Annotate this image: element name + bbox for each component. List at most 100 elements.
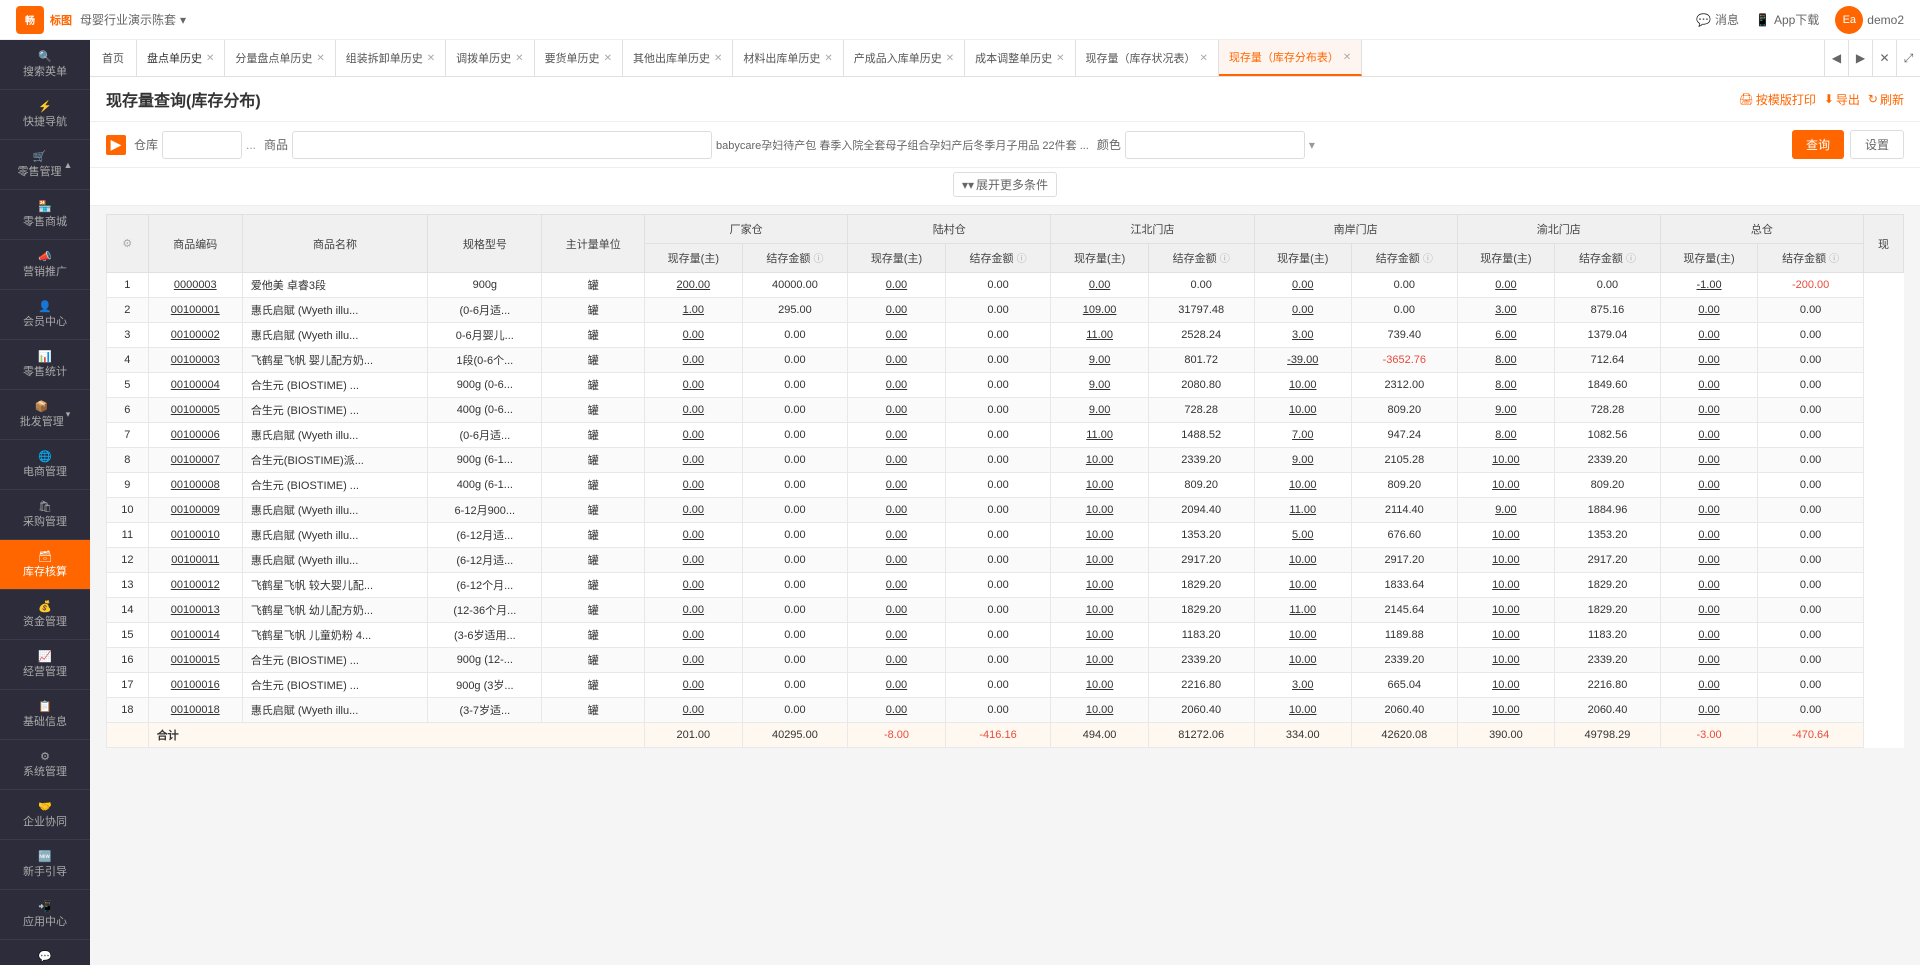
cell-val[interactable]: 0.00 bbox=[848, 598, 945, 623]
cell-val[interactable]: 10.00 bbox=[1051, 598, 1148, 623]
cell-val[interactable]: 0.00 bbox=[645, 573, 742, 598]
sidebar-item-retail-stats[interactable]: 📊 零售统计 bbox=[0, 340, 90, 390]
cell-val[interactable]: 10.00 bbox=[1051, 623, 1148, 648]
cell-val[interactable]: 0.00 bbox=[1457, 273, 1554, 298]
cell-val[interactable]: 0.00 bbox=[645, 398, 742, 423]
sidebar-item-marketing[interactable]: 📣 营销推广 bbox=[0, 240, 90, 290]
cell-val[interactable]: 0.00 bbox=[645, 548, 742, 573]
cell-val[interactable]: 0.00 bbox=[848, 473, 945, 498]
cell-val[interactable]: 0.00 bbox=[1660, 648, 1757, 673]
cell-val[interactable]: 10.00 bbox=[1457, 648, 1554, 673]
cell-val[interactable]: 10.00 bbox=[1051, 548, 1148, 573]
cell-val[interactable]: 0.00 bbox=[1660, 448, 1757, 473]
settings-icon[interactable]: ⚙ bbox=[122, 238, 132, 250]
sidebar-item-finance[interactable]: 💰 资金管理 bbox=[0, 590, 90, 640]
user-area[interactable]: Ea demo2 bbox=[1835, 6, 1904, 34]
cell-code[interactable]: 00100018 bbox=[148, 698, 242, 723]
cell-val[interactable]: 0.00 bbox=[645, 373, 742, 398]
cell-code[interactable]: 00100002 bbox=[148, 323, 242, 348]
cell-val[interactable]: 11.00 bbox=[1254, 598, 1351, 623]
cell-val[interactable]: 10.00 bbox=[1051, 648, 1148, 673]
cell-val[interactable]: 11.00 bbox=[1051, 423, 1148, 448]
close-icon[interactable]: ✕ bbox=[427, 53, 435, 64]
cell-val[interactable]: 0.00 bbox=[1660, 498, 1757, 523]
cell-code[interactable]: 00100013 bbox=[148, 598, 242, 623]
cell-val[interactable]: 10.00 bbox=[1457, 698, 1554, 723]
tab-stock-distribution[interactable]: 现存量（库存分布表） ✕ bbox=[1219, 40, 1362, 76]
cell-val[interactable]: 0.00 bbox=[1660, 423, 1757, 448]
tab-assemble[interactable]: 组装拆卸单历史 ✕ bbox=[336, 40, 446, 76]
cell-val[interactable]: 10.00 bbox=[1051, 698, 1148, 723]
cell-val[interactable]: 10.00 bbox=[1051, 573, 1148, 598]
tab-other-out[interactable]: 其他出库单历史 ✕ bbox=[623, 40, 733, 76]
cell-code[interactable]: 00100007 bbox=[148, 448, 242, 473]
cell-code[interactable]: 00100015 bbox=[148, 648, 242, 673]
cell-val[interactable]: 0.00 bbox=[848, 623, 945, 648]
cell-val[interactable]: 0.00 bbox=[1660, 348, 1757, 373]
cell-code[interactable]: 00100008 bbox=[148, 473, 242, 498]
th-settings[interactable]: ⚙ bbox=[107, 215, 149, 273]
cell-val[interactable]: 0.00 bbox=[1254, 298, 1351, 323]
close-icon[interactable]: ✕ bbox=[206, 53, 214, 64]
cell-val[interactable]: 8.00 bbox=[1457, 373, 1554, 398]
cell-val[interactable]: 0.00 bbox=[1660, 623, 1757, 648]
cell-val[interactable]: 0.00 bbox=[1660, 298, 1757, 323]
cell-val[interactable]: 10.00 bbox=[1254, 398, 1351, 423]
cell-val[interactable]: 10.00 bbox=[1254, 373, 1351, 398]
expand-conditions-button[interactable]: ▾▾ 展开更多条件 bbox=[953, 172, 1057, 197]
cell-code[interactable]: 00100003 bbox=[148, 348, 242, 373]
cell-val[interactable]: 11.00 bbox=[1254, 498, 1351, 523]
info-icon[interactable]: ⓘ bbox=[813, 254, 823, 265]
cell-val[interactable]: 10.00 bbox=[1254, 648, 1351, 673]
cell-val[interactable]: 10.00 bbox=[1457, 523, 1554, 548]
color-input[interactable] bbox=[1125, 131, 1305, 159]
cell-val[interactable]: 200.00 bbox=[645, 273, 742, 298]
cell-val[interactable]: 0.00 bbox=[1660, 398, 1757, 423]
sidebar-item-purchase[interactable]: 🛍 采购管理 bbox=[0, 490, 90, 540]
cell-val[interactable]: 10.00 bbox=[1051, 523, 1148, 548]
sidebar-item-guide[interactable]: 🆕 新手引导 bbox=[0, 840, 90, 890]
cell-val[interactable]: 0.00 bbox=[848, 548, 945, 573]
sidebar-item-search[interactable]: 🔍 搜索英单 bbox=[0, 40, 90, 90]
cell-val[interactable]: 0.00 bbox=[1660, 373, 1757, 398]
tab-cost-adjust[interactable]: 成本调整单历史 ✕ bbox=[965, 40, 1075, 76]
cell-val[interactable]: 0.00 bbox=[645, 323, 742, 348]
cell-val[interactable]: 10.00 bbox=[1254, 573, 1351, 598]
sidebar-item-ecom[interactable]: 🌐 电商管理 bbox=[0, 440, 90, 490]
cell-val[interactable]: 3.00 bbox=[1254, 673, 1351, 698]
cell-val[interactable]: 0.00 bbox=[848, 498, 945, 523]
cell-code[interactable]: 00100005 bbox=[148, 398, 242, 423]
sidebar-item-enterprise[interactable]: 🤝 企业协同 bbox=[0, 790, 90, 840]
cell-val[interactable]: 10.00 bbox=[1457, 448, 1554, 473]
cell-val[interactable]: 10.00 bbox=[1254, 698, 1351, 723]
warehouse-input[interactable] bbox=[162, 131, 242, 159]
cell-val[interactable]: 10.00 bbox=[1457, 598, 1554, 623]
cell-val[interactable]: 0.00 bbox=[1660, 523, 1757, 548]
tab-home[interactable]: 首页 bbox=[90, 40, 137, 76]
cell-code[interactable]: 00100004 bbox=[148, 373, 242, 398]
print-button[interactable]: 🖨 按模版打印 bbox=[1739, 91, 1816, 108]
sidebar-item-retail-shop[interactable]: 🏪 零售商城 bbox=[0, 190, 90, 240]
cell-val[interactable]: 0.00 bbox=[848, 648, 945, 673]
cell-val[interactable]: 8.00 bbox=[1457, 423, 1554, 448]
sidebar-item-retail-mgmt[interactable]: 🛒 零售管理 ▲ bbox=[0, 140, 90, 190]
cell-val[interactable]: 0.00 bbox=[645, 498, 742, 523]
cell-val[interactable]: 109.00 bbox=[1051, 298, 1148, 323]
cell-val[interactable]: 10.00 bbox=[1051, 498, 1148, 523]
cell-val[interactable]: 9.00 bbox=[1254, 448, 1351, 473]
tab-prev-button[interactable]: ◀ bbox=[1824, 40, 1848, 76]
info-icon[interactable]: ⓘ bbox=[1423, 254, 1433, 265]
cell-val[interactable]: 0.00 bbox=[645, 473, 742, 498]
filter-toggle-button[interactable]: ▶ bbox=[106, 135, 126, 155]
cell-val[interactable]: 0.00 bbox=[848, 323, 945, 348]
cell-val[interactable]: 10.00 bbox=[1457, 623, 1554, 648]
tab-transfer[interactable]: 调拨单历史 ✕ bbox=[446, 40, 534, 76]
cell-val[interactable]: 0.00 bbox=[1051, 273, 1148, 298]
tab-material-out[interactable]: 材料出库单历史 ✕ bbox=[733, 40, 843, 76]
tab-stock-status[interactable]: 现存量（库存状况表） ✕ bbox=[1076, 40, 1219, 76]
cell-val[interactable]: 0.00 bbox=[645, 648, 742, 673]
close-icon[interactable]: ✕ bbox=[604, 53, 612, 64]
tab-inventory-check[interactable]: 盘点单历史 ✕ bbox=[137, 40, 225, 76]
cell-val[interactable]: 9.00 bbox=[1457, 498, 1554, 523]
cell-val[interactable]: 0.00 bbox=[1660, 698, 1757, 723]
